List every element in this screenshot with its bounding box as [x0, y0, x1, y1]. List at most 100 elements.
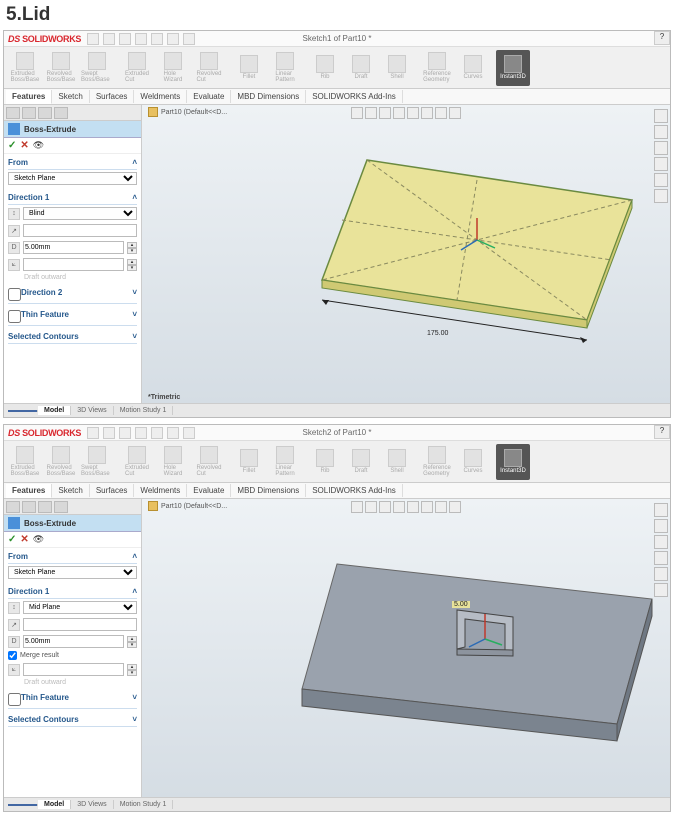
instant3d-button[interactable]: Instant3D — [496, 50, 530, 86]
hide-show-icon[interactable] — [435, 501, 447, 513]
resources-icon[interactable] — [654, 503, 668, 517]
fm-tab-display-icon[interactable] — [54, 501, 68, 513]
tab-weldments[interactable]: Weldments — [134, 484, 187, 497]
direction2-header[interactable]: Direction 2˅ — [8, 286, 137, 304]
cancel-button[interactable]: ✕ — [20, 140, 28, 151]
graphics-viewport[interactable]: Part10 (Default<<D... — [142, 499, 670, 797]
thin-feature-header[interactable]: Thin Feature˅ — [8, 308, 137, 326]
thin-feature-header[interactable]: Thin Feature˅ — [8, 691, 137, 709]
direction1-header[interactable]: Direction 1˄ — [8, 191, 137, 205]
qat-undo-icon[interactable] — [151, 33, 163, 45]
direction-vector-icon[interactable]: ↗ — [8, 619, 20, 631]
qat-options-icon[interactable] — [183, 33, 195, 45]
spin-down[interactable]: ▾ — [127, 265, 137, 271]
reverse-direction-icon[interactable]: ↕ — [8, 208, 20, 220]
fm-tab-feature-icon[interactable] — [6, 107, 20, 119]
display-style-icon[interactable] — [421, 501, 433, 513]
ok-button[interactable]: ✓ — [8, 534, 16, 545]
resources-icon[interactable] — [654, 109, 668, 123]
preview-icon[interactable]: 👁 — [33, 534, 44, 545]
design-lib-icon[interactable] — [654, 125, 668, 139]
from-select[interactable]: Sketch Plane — [8, 566, 137, 579]
selected-contours-header[interactable]: Selected Contours˅ — [8, 713, 137, 727]
qat-save-icon[interactable] — [119, 427, 131, 439]
revolved-cut-button[interactable]: RevolvedCut — [192, 50, 226, 86]
qat-options-icon[interactable] — [183, 427, 195, 439]
qat-new-icon[interactable] — [87, 33, 99, 45]
tab-model[interactable]: Model — [38, 406, 71, 415]
custom-props-icon[interactable] — [654, 189, 668, 203]
dimension-length[interactable]: 175.00 — [427, 330, 448, 337]
qat-open-icon[interactable] — [103, 33, 115, 45]
direction-vector-icon[interactable]: ↗ — [8, 225, 20, 237]
graphics-viewport[interactable]: Part10 (Default<<D... — [142, 105, 670, 403]
tab-mbd[interactable]: MBD Dimensions — [231, 90, 306, 103]
help-button[interactable]: ? — [654, 425, 670, 439]
prev-view-icon[interactable] — [379, 107, 391, 119]
file-explorer-icon[interactable] — [654, 141, 668, 155]
hole-wizard-button[interactable]: HoleWizard — [156, 444, 190, 480]
tab-3dviews[interactable]: 3D Views — [71, 406, 113, 415]
tab-surfaces[interactable]: Surfaces — [90, 90, 135, 103]
fm-tab-feature-icon[interactable] — [6, 501, 20, 513]
draft-angle-input[interactable] — [23, 663, 124, 676]
dimension-handle[interactable]: 5.00 — [452, 601, 470, 608]
qat-open-icon[interactable] — [103, 427, 115, 439]
zoom-area-icon[interactable] — [365, 107, 377, 119]
qat-save-icon[interactable] — [119, 33, 131, 45]
extruded-cut-button[interactable]: ExtrudedCut — [120, 444, 154, 480]
appearances-icon[interactable] — [654, 173, 668, 187]
tab-sketch[interactable]: Sketch — [52, 90, 89, 103]
extruded-cut-button[interactable]: ExtrudedCut — [120, 50, 154, 86]
curves-button[interactable]: Curves — [456, 50, 490, 86]
qat-rebuild-icon[interactable] — [167, 427, 179, 439]
zoom-fit-icon[interactable] — [351, 107, 363, 119]
file-explorer-icon[interactable] — [654, 535, 668, 549]
section-view-icon[interactable] — [393, 501, 405, 513]
rib-button[interactable]: Rib — [308, 444, 342, 480]
revolved-boss-button[interactable]: RevolvedBoss/Base — [44, 50, 78, 86]
bottom-tab-lead[interactable] — [8, 410, 38, 412]
cancel-button[interactable]: ✕ — [20, 534, 28, 545]
tab-features[interactable]: Features — [6, 484, 52, 498]
draft-angle-icon[interactable]: ⟀ — [8, 664, 20, 676]
tab-motion-study[interactable]: Motion Study 1 — [114, 800, 174, 809]
revolved-boss-button[interactable]: RevolvedBoss/Base — [44, 444, 78, 480]
prev-view-icon[interactable] — [379, 501, 391, 513]
breadcrumb[interactable]: Part10 (Default<<D... — [148, 107, 227, 117]
tab-features[interactable]: Features — [6, 90, 52, 104]
ref-geom-button[interactable]: ReferenceGeometry — [420, 50, 454, 86]
end-condition-select[interactable]: Mid Plane — [23, 601, 137, 614]
fm-tab-display-icon[interactable] — [54, 107, 68, 119]
reverse-direction-icon[interactable]: ↕ — [8, 602, 20, 614]
swept-boss-button[interactable]: Swept Boss/Base — [80, 444, 114, 480]
appearance-icon[interactable] — [449, 501, 461, 513]
help-button[interactable]: ? — [654, 31, 670, 45]
fillet-button[interactable]: Fillet — [232, 444, 266, 480]
qat-print-icon[interactable] — [135, 427, 147, 439]
extruded-boss-button[interactable]: ExtrudedBoss/Base — [8, 50, 42, 86]
tab-model[interactable]: Model — [38, 800, 71, 809]
tab-addins[interactable]: SOLIDWORKS Add-Ins — [306, 90, 403, 103]
fm-tab-property-icon[interactable] — [22, 501, 36, 513]
direction-vector-input[interactable] — [23, 618, 137, 631]
extruded-boss-button[interactable]: ExtrudedBoss/Base — [8, 444, 42, 480]
rib-button[interactable]: Rib — [308, 50, 342, 86]
breadcrumb[interactable]: Part10 (Default<<D... — [148, 501, 227, 511]
swept-boss-button[interactable]: Swept Boss/Base — [80, 50, 114, 86]
qat-rebuild-icon[interactable] — [167, 33, 179, 45]
qat-undo-icon[interactable] — [151, 427, 163, 439]
draft-angle-icon[interactable]: ⟀ — [8, 259, 20, 271]
ok-button[interactable]: ✓ — [8, 140, 16, 151]
qat-print-icon[interactable] — [135, 33, 147, 45]
tab-evaluate[interactable]: Evaluate — [187, 90, 231, 103]
view-orient-icon[interactable] — [407, 501, 419, 513]
thin-feature-checkbox[interactable] — [8, 693, 21, 706]
view-palette-icon[interactable] — [654, 157, 668, 171]
tab-motion-study[interactable]: Motion Study 1 — [114, 406, 174, 415]
hide-show-icon[interactable] — [435, 107, 447, 119]
from-header[interactable]: From˄ — [8, 156, 137, 170]
draft-angle-input[interactable] — [23, 258, 124, 271]
linear-pattern-button[interactable]: LinearPattern — [268, 50, 302, 86]
merge-result-checkbox[interactable] — [8, 651, 17, 660]
